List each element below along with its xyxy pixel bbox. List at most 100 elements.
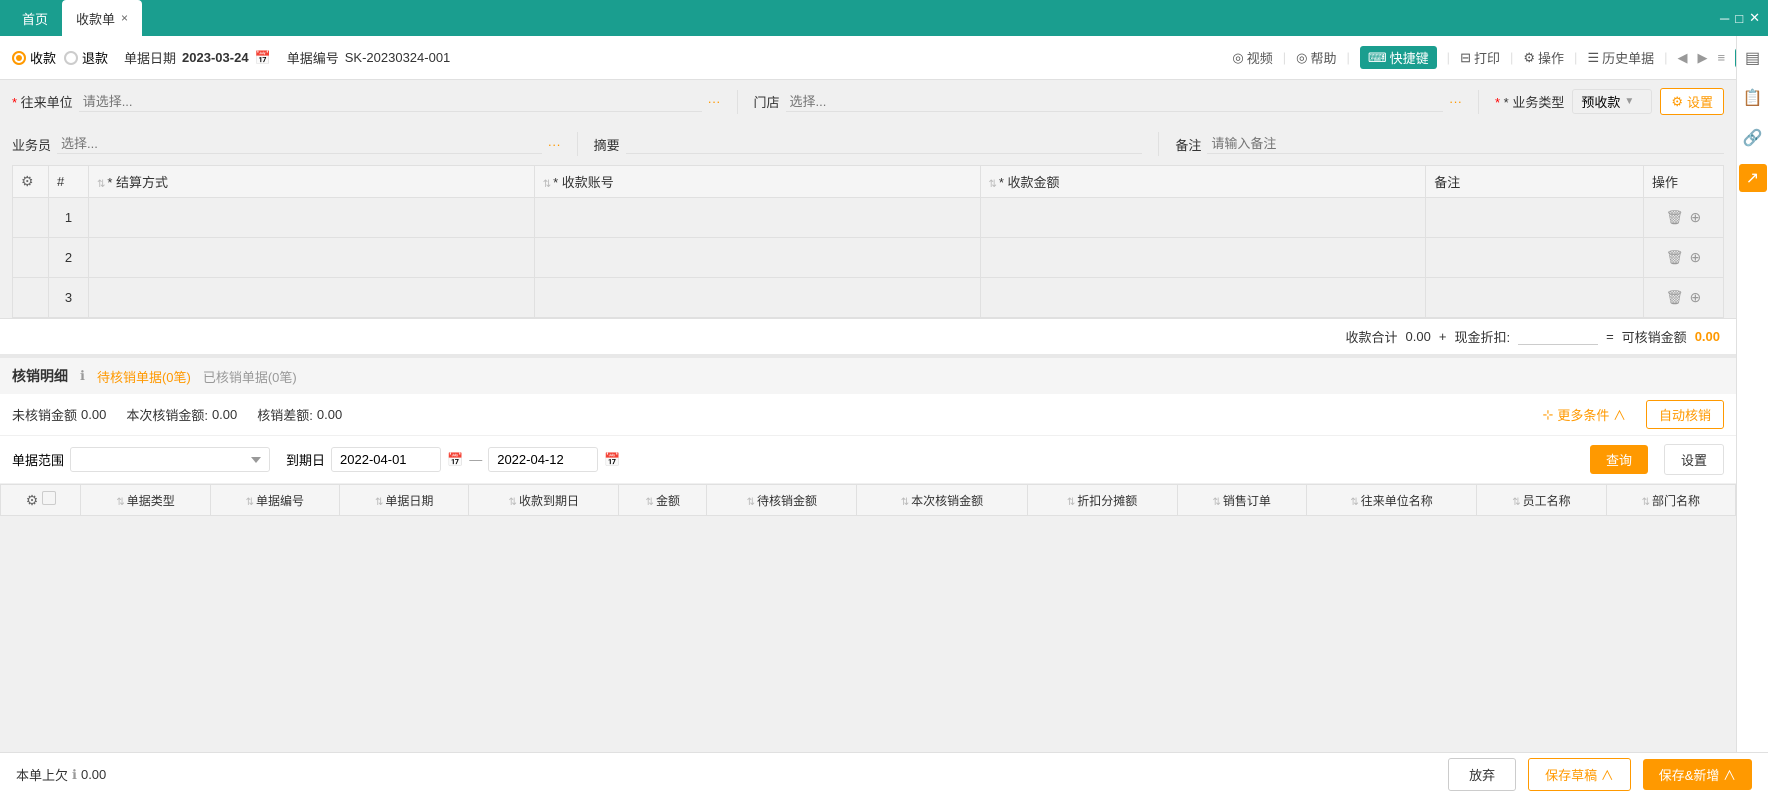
minimize-icon[interactable]: ─	[1720, 11, 1729, 26]
filter-settings-btn[interactable]: 设置	[1664, 444, 1724, 475]
summary-input[interactable]	[626, 134, 1143, 154]
cal-end-icon[interactable]: 📅	[604, 452, 620, 468]
radio-refund[interactable]: 退款	[64, 48, 108, 67]
shortcut-btn[interactable]: ⌨ 快捷键	[1360, 46, 1437, 69]
bottom-col-12: ⇅部门名称	[1606, 485, 1735, 516]
settings-button[interactable]: ⚙ 设置	[1660, 88, 1724, 115]
row-amount[interactable]	[980, 278, 1426, 318]
delete-row-icon[interactable]: 🗑	[1666, 209, 1684, 226]
salesperson-input[interactable]	[57, 134, 542, 154]
history-btn[interactable]: ☰ 历史单据	[1587, 48, 1654, 67]
bottom-label: 本单上欠	[16, 765, 68, 784]
video-icon: ◎	[1232, 50, 1243, 66]
verify-title: 核销明细	[12, 366, 68, 386]
copy-row-icon[interactable]: ⊕	[1690, 249, 1702, 266]
save-new-btn[interactable]: 保存&新增 ∧	[1643, 759, 1752, 790]
notes-label: 备注	[1175, 135, 1201, 154]
verify-table: ⚙ ⇅单据类型⇅单据编号⇅单据日期⇅收款到期日⇅金额⇅待核销金额⇅本次核销金额⇅…	[0, 484, 1736, 516]
table-container: ⚙ # ⇅* 结算方式 ⇅* 收款账号 ⇅* 收款金额 备注 操作 1 🗑	[0, 165, 1736, 318]
row-account[interactable]	[534, 198, 980, 238]
diff-stat: 核销差额: 0.00	[257, 405, 342, 424]
row-remark[interactable]	[1426, 198, 1644, 238]
unverified-stat: 未核销金额 0.00	[12, 405, 106, 424]
print-btn[interactable]: ⊟ 打印	[1460, 48, 1500, 67]
discount-input[interactable]	[1518, 329, 1598, 345]
tab-receipt[interactable]: 收款单 ×	[62, 0, 142, 36]
number-value[interactable]: SK-20230324-001	[345, 50, 451, 65]
row-settle[interactable]	[89, 198, 535, 238]
row-settle[interactable]	[89, 238, 535, 278]
gear-icon: ⚙	[1671, 94, 1683, 110]
sidebar-expand-icon[interactable]: ↗	[1739, 164, 1767, 192]
due-label: 到期日	[286, 450, 325, 469]
history-icon: ☰	[1587, 50, 1599, 66]
range-label: 单据范围	[12, 450, 64, 469]
close-window-icon[interactable]: ✕	[1749, 10, 1760, 26]
query-btn[interactable]: 查询	[1590, 445, 1648, 474]
salesperson-more-icon[interactable]: ···	[548, 137, 561, 152]
net-value: 0.00	[1695, 329, 1720, 344]
row-amount[interactable]	[980, 198, 1426, 238]
date-end-input[interactable]	[488, 447, 598, 472]
discard-btn[interactable]: 放弃	[1448, 758, 1516, 791]
video-btn[interactable]: ◎ 视频	[1232, 48, 1272, 67]
sidebar-doc-icon[interactable]: 📋	[1739, 84, 1767, 112]
next-icon[interactable]: ▶	[1698, 50, 1708, 66]
current-value: 0.00	[212, 407, 237, 422]
right-sidebar: ▤ 📋 🔗 ↗	[1736, 36, 1768, 752]
date-label: 单据日期	[124, 48, 176, 67]
store-input[interactable]	[786, 92, 1443, 112]
business-select[interactable]: 预收款 ▼	[1572, 89, 1652, 114]
radio-receipt[interactable]: 收款	[12, 48, 56, 67]
row-account[interactable]	[534, 238, 980, 278]
bottom-col-6: ⇅待核销金额	[707, 485, 857, 516]
bottom-debt-info: 本单上欠 ℹ 0.00	[16, 765, 106, 784]
date-value[interactable]: 2023-03-24	[182, 50, 249, 65]
table-gear-header[interactable]: ⚙	[13, 166, 49, 198]
tab-pending[interactable]: 待核销单据(0笔)	[97, 367, 191, 386]
copy-row-icon[interactable]: ⊕	[1690, 289, 1702, 306]
row-amount[interactable]	[980, 238, 1426, 278]
help-btn[interactable]: ◎ 帮助	[1296, 48, 1336, 67]
row-remark[interactable]	[1426, 238, 1644, 278]
date-start-input[interactable]	[331, 447, 441, 472]
number-label: 单据编号	[287, 48, 339, 67]
counterparty-more-icon[interactable]: ···	[708, 94, 721, 109]
equals-sign: =	[1606, 329, 1614, 344]
bottom-col-0: ⚙	[1, 485, 81, 516]
tab-done[interactable]: 已核销单据(0笔)	[203, 367, 297, 386]
unverified-label: 未核销金额	[12, 405, 77, 424]
save-draft-btn[interactable]: 保存草稿 ∧	[1528, 758, 1631, 791]
delete-row-icon[interactable]: 🗑	[1666, 289, 1684, 306]
row-account[interactable]	[534, 278, 980, 318]
row-num: 1	[49, 198, 89, 238]
range-select[interactable]	[70, 447, 270, 472]
store-more-icon[interactable]: ···	[1449, 94, 1462, 109]
cal-start-icon[interactable]: 📅	[447, 452, 463, 468]
content-area: 往来单位 ··· 门店 ··· * 业务类型 预收款 ▼ ⚙ 设置	[0, 80, 1736, 796]
select-all-checkbox[interactable]	[42, 491, 56, 505]
tab-home[interactable]: 首页	[8, 0, 62, 36]
row-settle[interactable]	[89, 278, 535, 318]
operation-btn[interactable]: ⚙ 操作	[1523, 48, 1564, 67]
list-icon[interactable]: ≡	[1718, 50, 1726, 65]
notes-input[interactable]	[1207, 134, 1724, 154]
bottom-col-8: ⇅折扣分摊额	[1027, 485, 1177, 516]
calendar-icon[interactable]: 📅	[255, 50, 271, 66]
more-filter-btn[interactable]: ⊹ 更多条件 ∧	[1542, 405, 1626, 424]
copy-row-icon[interactable]: ⊕	[1690, 209, 1702, 226]
auto-verify-btn[interactable]: 自动核销	[1646, 400, 1724, 429]
counterparty-input[interactable]	[79, 92, 702, 112]
sidebar-link-icon[interactable]: 🔗	[1739, 124, 1767, 152]
row-remark[interactable]	[1426, 278, 1644, 318]
prev-icon[interactable]: ◀	[1678, 50, 1688, 66]
delete-row-icon[interactable]: 🗑	[1666, 249, 1684, 266]
tab-close-icon[interactable]: ×	[121, 11, 128, 25]
diff-value: 0.00	[317, 407, 342, 422]
keyboard-icon: ⌨	[1368, 50, 1387, 66]
diff-label: 核销差额:	[257, 405, 313, 424]
sidebar-table-icon[interactable]: ▤	[1739, 44, 1767, 72]
maximize-icon[interactable]: □	[1735, 11, 1743, 26]
salesperson-field: 业务员 ···	[12, 134, 561, 154]
bottom-gear-icon[interactable]: ⚙	[26, 492, 39, 508]
